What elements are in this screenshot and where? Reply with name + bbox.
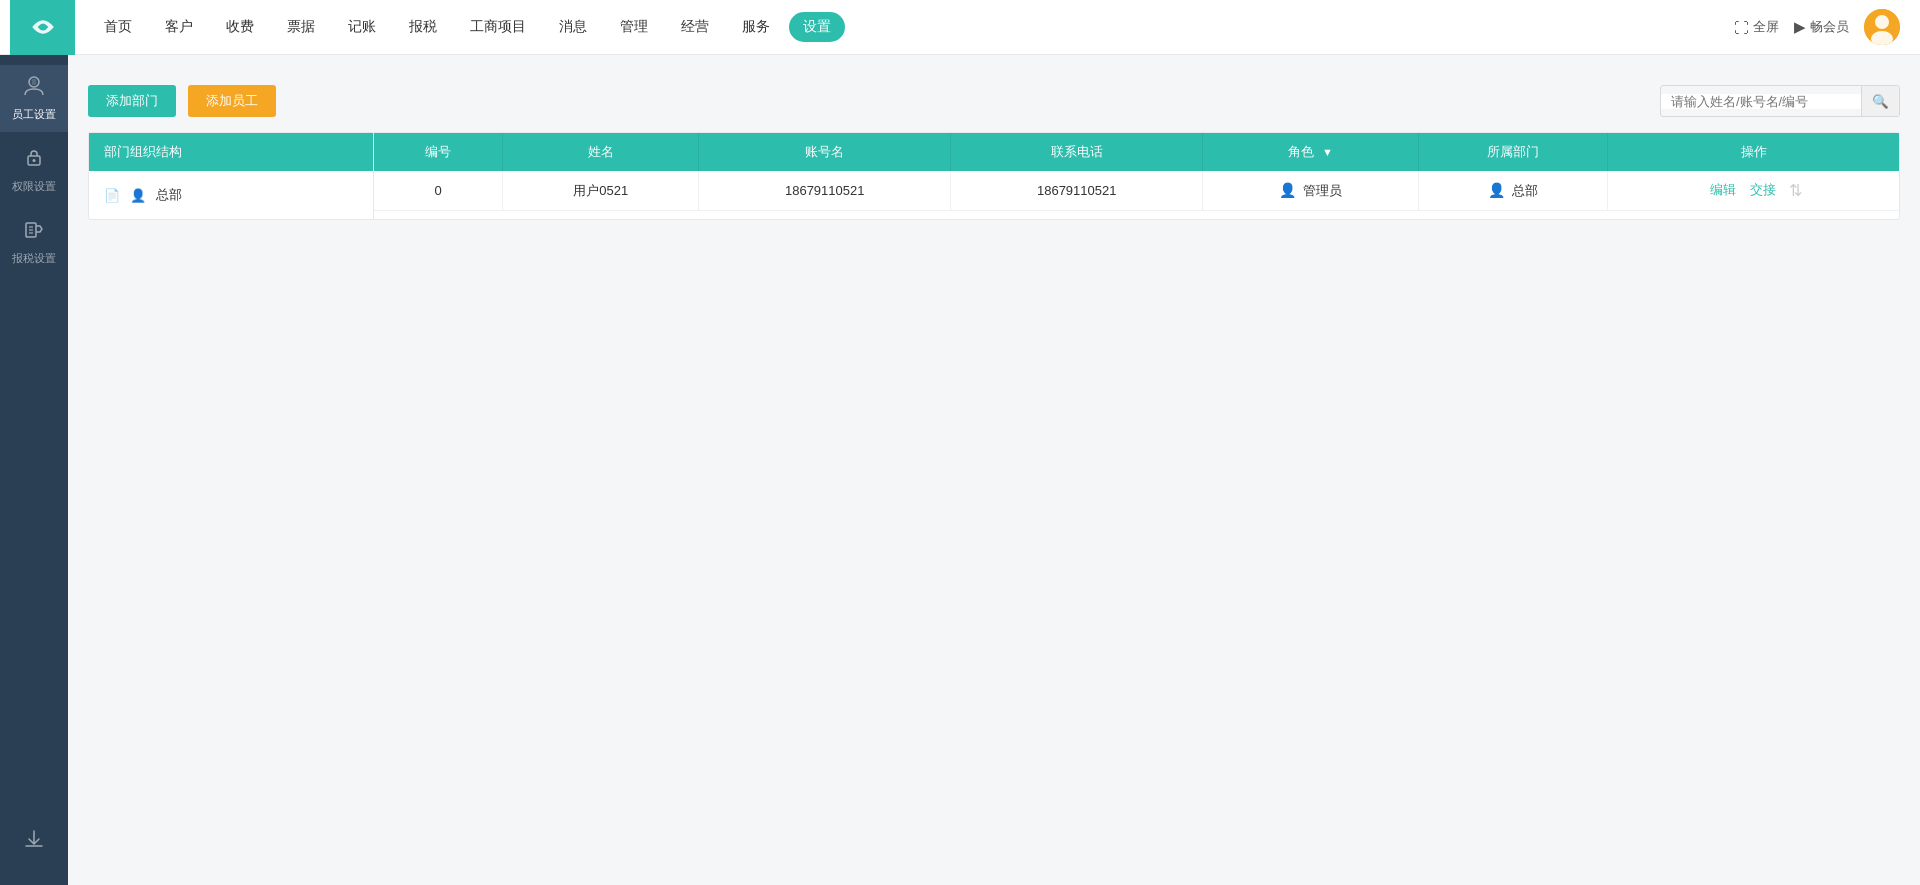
nav-invoice[interactable]: 票据 [273,12,329,42]
nav-business[interactable]: 工商项目 [456,12,540,42]
permission-svg [23,147,45,169]
sidebar-employee-label: 员工设置 [12,107,56,122]
col-id: 编号 [374,133,503,171]
cell-phone: 18679110521 [951,171,1203,211]
cell-actions: 编辑 交接 ⇅ [1608,171,1899,211]
nav-message[interactable]: 消息 [545,12,601,42]
cell-id: 0 [374,171,503,211]
taxsettings-svg [23,219,45,241]
content-panel: 部门组织结构 📄 👤 总部 编号 [88,132,1900,220]
dept-tree-header: 部门组织结构 [89,133,373,171]
col-name: 姓名 [503,133,699,171]
col-dept-label: 所属部门 [1487,144,1539,159]
col-phone: 联系电话 [951,133,1203,171]
nav-accounting[interactable]: 记账 [334,12,390,42]
sidebar: 员工设置 权限设置 报税设置 [0,55,68,885]
file-icon: 📄 [104,188,120,203]
sidebar-item-taxsettings[interactable]: 报税设置 [0,209,68,276]
cell-dept: 👤 总部 [1418,171,1607,211]
add-employee-button[interactable]: 添加员工 [188,85,276,117]
nav-operation[interactable]: 经营 [667,12,723,42]
dept-user-icon-cell: 👤 [1488,182,1505,198]
vip-button[interactable]: ▶ 畅会员 [1794,18,1849,36]
dept-item-label: 总部 [156,186,182,204]
dept-user-icon: 👤 [130,188,146,203]
avatar[interactable] [1864,9,1900,45]
col-name-label: 姓名 [588,144,614,159]
toolbar-left: 添加部门 添加员工 [88,85,284,117]
top-navigation: 首页 客户 收费 票据 记账 报税 工商项目 消息 管理 经营 服务 设置 ⛶ … [0,0,1920,55]
col-dept: 所属部门 [1418,133,1607,171]
cell-account: 18679110521 [699,171,951,211]
sidebar-taxsettings-label: 报税设置 [12,251,56,266]
add-dept-button[interactable]: 添加部门 [88,85,176,117]
dept-tree-body: 📄 👤 总部 [89,171,373,219]
employee-table: 编号 姓名 账号名 联系电话 角 [374,133,1899,219]
fullscreen-label: 全屏 [1753,18,1779,36]
nav-menu: 首页 客户 收费 票据 记账 报税 工商项目 消息 管理 经营 服务 设置 [75,12,1734,42]
svg-point-6 [33,159,36,162]
download-icon [23,828,45,855]
dept-value: 总部 [1512,183,1538,198]
logo-icon [25,9,61,45]
nav-service[interactable]: 服务 [728,12,784,42]
search-input[interactable] [1661,94,1861,109]
main-content: 添加部门 添加员工 🔍 部门组织结构 📄 👤 总部 [68,55,1920,885]
avatar-icon [1864,9,1900,45]
handover-button[interactable]: 交接 [1750,182,1776,197]
col-id-label: 编号 [425,144,451,159]
nav-settings[interactable]: 设置 [789,12,845,42]
employee-svg [23,75,45,97]
nav-client[interactable]: 客户 [151,12,207,42]
dept-tree-title: 部门组织结构 [104,144,182,159]
cell-role: 👤 管理员 [1203,171,1419,211]
taxsettings-icon [23,219,45,246]
edit-button[interactable]: 编辑 [1710,182,1736,197]
col-phone-label: 联系电话 [1051,144,1103,159]
content-layout: 部门组织结构 📄 👤 总部 编号 [89,133,1899,219]
dept-tree: 部门组织结构 📄 👤 总部 [89,133,374,219]
dept-tree-item[interactable]: 📄 👤 总部 [104,181,358,209]
vip-icon: ▶ [1794,18,1806,36]
col-action-label: 操作 [1741,144,1767,159]
svg-point-1 [1875,15,1889,29]
sidebar-item-employee[interactable]: 员工设置 [0,65,68,132]
employee-data-table: 编号 姓名 账号名 联系电话 角 [374,133,1899,211]
toolbar: 添加部门 添加员工 🔍 [88,75,1900,117]
col-account: 账号名 [699,133,951,171]
download-svg [23,828,45,850]
employee-icon [23,75,45,102]
nav-right-area: ⛶ 全屏 ▶ 畅会员 [1734,9,1910,45]
col-role-label: 角色 [1288,144,1314,159]
role-value: 管理员 [1303,183,1342,198]
nav-tax[interactable]: 报税 [395,12,451,42]
vip-label: 畅会员 [1810,18,1849,36]
filter-icon: ▼ [1322,146,1333,158]
table-row: 0 用户0521 18679110521 18679110521 👤 管理员 👤… [374,171,1899,211]
search-button[interactable]: 🔍 [1861,86,1899,116]
nav-home[interactable]: 首页 [90,12,146,42]
svg-rect-4 [32,79,36,85]
cell-name: 用户0521 [503,171,699,211]
permission-icon [23,147,45,174]
col-role[interactable]: 角色 ▼ [1203,133,1419,171]
search-box: 🔍 [1660,85,1900,117]
nav-manage[interactable]: 管理 [606,12,662,42]
fullscreen-icon: ⛶ [1734,19,1749,36]
role-user-icon: 👤 [1279,182,1296,198]
col-action: 操作 [1608,133,1899,171]
sidebar-item-download[interactable] [0,818,68,865]
sidebar-permission-label: 权限设置 [12,179,56,194]
col-account-label: 账号名 [805,144,844,159]
logo [10,0,75,55]
fullscreen-button[interactable]: ⛶ 全屏 [1734,18,1779,36]
row-scroll-arrows: ⇅ [1789,182,1802,199]
sidebar-item-permission[interactable]: 权限设置 [0,137,68,204]
nav-fee[interactable]: 收费 [212,12,268,42]
search-icon: 🔍 [1872,94,1889,109]
